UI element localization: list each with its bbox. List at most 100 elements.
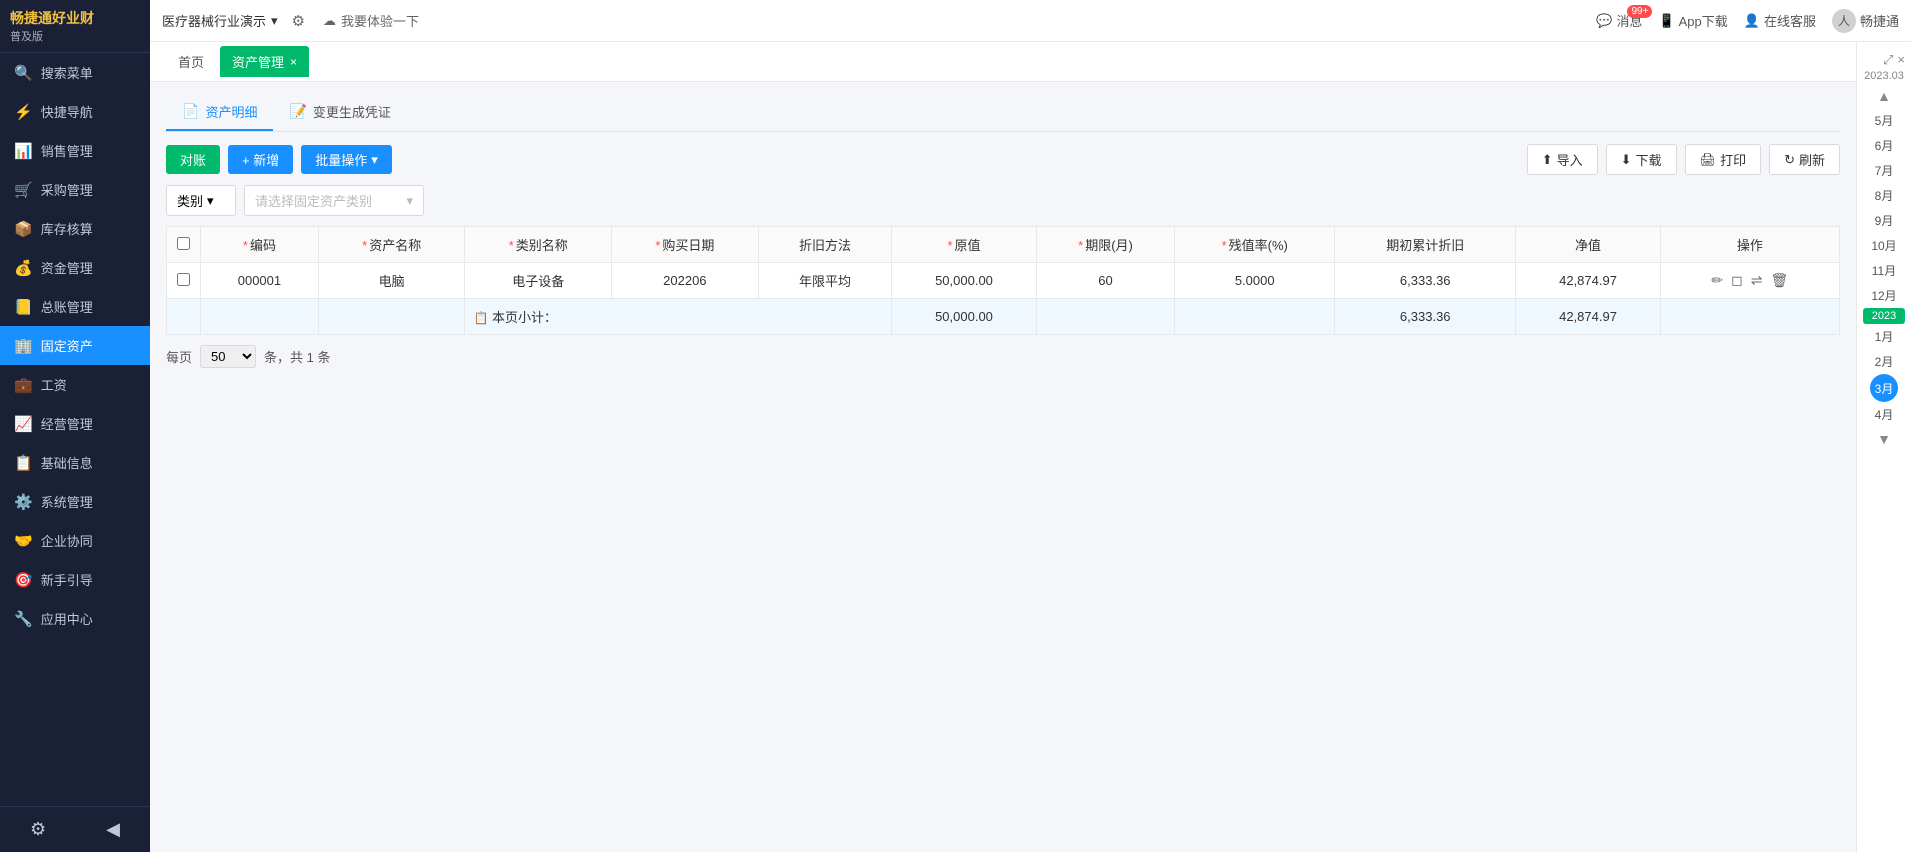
tab-asset-management[interactable]: 资产管理 × [220,46,309,77]
sidebar-item-base-info[interactable]: 📋 基础信息 [0,443,150,482]
sidebar-label-inventory: 库存核算 [41,219,93,238]
filter-row: 类别 ▾ 请选择固定资产类别 ▾ [166,185,1840,216]
sidebar-item-app-center[interactable]: 🔧 应用中心 [0,599,150,638]
main-content: 首页 资产管理 × 📄 资产明细 📝 变更生成凭证 [150,42,1856,852]
panel-close-icon[interactable]: × [1897,52,1905,68]
refresh-button[interactable]: ↻ 刷新 [1769,144,1840,175]
sub-tab-change-voucher[interactable]: 📝 变更生成凭证 [273,94,406,131]
sidebar-item-enterprise[interactable]: 🤝 企业协同 [0,521,150,560]
month-12[interactable]: 12月 [1863,283,1905,308]
month-4[interactable]: 4月 [1863,402,1905,427]
new-button[interactable]: + 新增 [228,145,293,174]
month-6[interactable]: 6月 [1863,133,1905,158]
tab-home[interactable]: 首页 [166,44,216,79]
sidebar-item-sales[interactable]: 📊 销售管理 [0,131,150,170]
user-area[interactable]: 人 畅捷通 [1832,9,1899,33]
month-2[interactable]: 2月 [1863,349,1905,374]
row-op-icons: ✏ ◻ ⇌ 🗑 [1671,272,1829,289]
month-3-active[interactable]: 3月 [1870,374,1898,402]
subtotal-empty-3 [318,299,465,335]
month-8[interactable]: 8月 [1863,183,1905,208]
month-11[interactable]: 11月 [1863,258,1905,283]
month-5[interactable]: 5月 [1863,108,1905,133]
tab-close-icon[interactable]: × [290,55,297,69]
service-icon: 👤 [1744,13,1760,29]
sidebar-collapse-button[interactable]: ◀ [102,815,124,844]
subtotal-original-value: 50,000.00 [892,299,1036,335]
month-9[interactable]: 9月 [1863,208,1905,233]
base-info-icon: 📋 [14,454,33,472]
select-all-checkbox[interactable] [177,237,190,250]
cell-original-value: 50,000.00 [892,263,1036,299]
header-operations: 操作 [1660,227,1839,263]
sidebar-item-system[interactable]: ⚙️ 系统管理 [0,482,150,521]
sidebar-item-operations[interactable]: 📈 经营管理 [0,404,150,443]
app-center-icon: 🔧 [14,610,33,628]
total-label: 条，共 1 条 [264,347,330,366]
user-avatar: 人 [1832,9,1856,33]
cell-purchase-date: 202206 [612,263,759,299]
header-category: *类别名称 [465,227,612,263]
sidebar-item-inventory[interactable]: 📦 库存核算 [0,209,150,248]
sidebar-settings-button[interactable]: ⚙ [26,815,50,844]
month-1[interactable]: 1月 [1863,324,1905,349]
sidebar-item-ledger[interactable]: 📒 总账管理 [0,287,150,326]
batch-ops-label: 批量操作 [315,150,367,169]
salary-icon: 💼 [14,376,33,394]
download-button[interactable]: ⬇ 下载 [1606,144,1677,175]
app-download-label: App下载 [1679,11,1728,30]
per-page-select[interactable]: 50 20 100 [200,345,256,368]
sidebar-label-enterprise: 企业协同 [41,531,93,550]
import-icon: ⬆ [1542,152,1553,168]
sidebar-item-search[interactable]: 🔍 搜索菜单 [0,53,150,92]
import-button[interactable]: ⬆ 导入 [1527,144,1598,175]
trial-label[interactable]: 我要体验一下 [341,11,419,30]
print-button[interactable]: 🖨 打印 [1685,144,1762,175]
sidebar-item-purchase[interactable]: 🛒 采购管理 [0,170,150,209]
month-up-button[interactable]: ▲ [1873,84,1895,108]
edit-icon[interactable]: ✏ [1711,272,1723,289]
messages-button[interactable]: 💬 消息 99+ [1596,11,1642,30]
online-service-button[interactable]: 👤 在线客服 [1744,11,1816,30]
toolbar-right: ⬆ 导入 ⬇ 下载 🖨 打印 ↻ 刷新 [1527,144,1840,175]
quick-nav-icon: ⚡ [14,103,33,121]
sidebar: 畅捷通好业财 普及版 🔍 搜索菜单 ⚡ 快捷导航 📊 销售管理 🛒 采购管理 📦… [0,0,150,852]
pagination: 每页 50 20 100 条，共 1 条 [166,345,1840,368]
sidebar-logo: 畅捷通好业财 普及版 [0,0,150,53]
batch-ops-button[interactable]: 批量操作 ▾ [301,145,392,174]
sidebar-item-quick-nav[interactable]: ⚡ 快捷导航 [0,92,150,131]
right-panel-header: ⤢ × [1857,50,1911,70]
sub-tab-change-voucher-label: 变更生成凭证 [313,102,391,121]
header-net-value: 净值 [1516,227,1660,263]
panel-expand-icon[interactable]: ⤢ [1883,52,1893,68]
row-checkbox[interactable] [177,273,190,286]
company-name: 医疗器械行业演示 [162,11,266,30]
app-download-button[interactable]: 📱 App下载 [1658,11,1727,30]
settings-gear-icon[interactable]: ⚙ [292,12,305,30]
sidebar-item-funds[interactable]: 💰 资金管理 [0,248,150,287]
copy-icon[interactable]: ◻ [1731,272,1743,289]
delete-icon[interactable]: 🗑 [1771,272,1789,289]
sub-tab-asset-detail-label: 资产明细 [205,102,257,121]
category-type-select[interactable]: 类别 ▾ [166,185,236,216]
sales-icon: 📊 [14,142,33,160]
month-down-button[interactable]: ▼ [1873,427,1895,451]
transfer-icon[interactable]: ⇌ [1751,272,1763,289]
category-value-select[interactable]: 请选择固定资产类别 ▾ [244,185,424,216]
app-edition: 普及版 [10,28,43,44]
sidebar-item-guide[interactable]: 🎯 新手引导 [0,560,150,599]
top-bar-right: 💬 消息 99+ 📱 App下载 👤 在线客服 人 畅捷通 [1596,9,1899,33]
company-selector[interactable]: 医疗器械行业演示 ▾ [162,11,278,30]
sidebar-label-app-center: 应用中心 [41,609,93,628]
reconcile-button[interactable]: 对账 [166,145,220,174]
header-residual-rate: *残值率(%) [1175,227,1335,263]
messages-badge: 99+ [1627,5,1652,18]
sidebar-item-salary[interactable]: 💼 工资 [0,365,150,404]
subtotal-empty-5 [1175,299,1335,335]
sub-tab-asset-detail[interactable]: 📄 资产明细 [166,94,273,131]
month-7[interactable]: 7月 [1863,158,1905,183]
month-10[interactable]: 10月 [1863,233,1905,258]
sidebar-item-fixed-assets[interactable]: 🏢 固定资产 [0,326,150,365]
download-icon: ⬇ [1621,152,1632,168]
sidebar-label-ledger: 总账管理 [41,297,93,316]
